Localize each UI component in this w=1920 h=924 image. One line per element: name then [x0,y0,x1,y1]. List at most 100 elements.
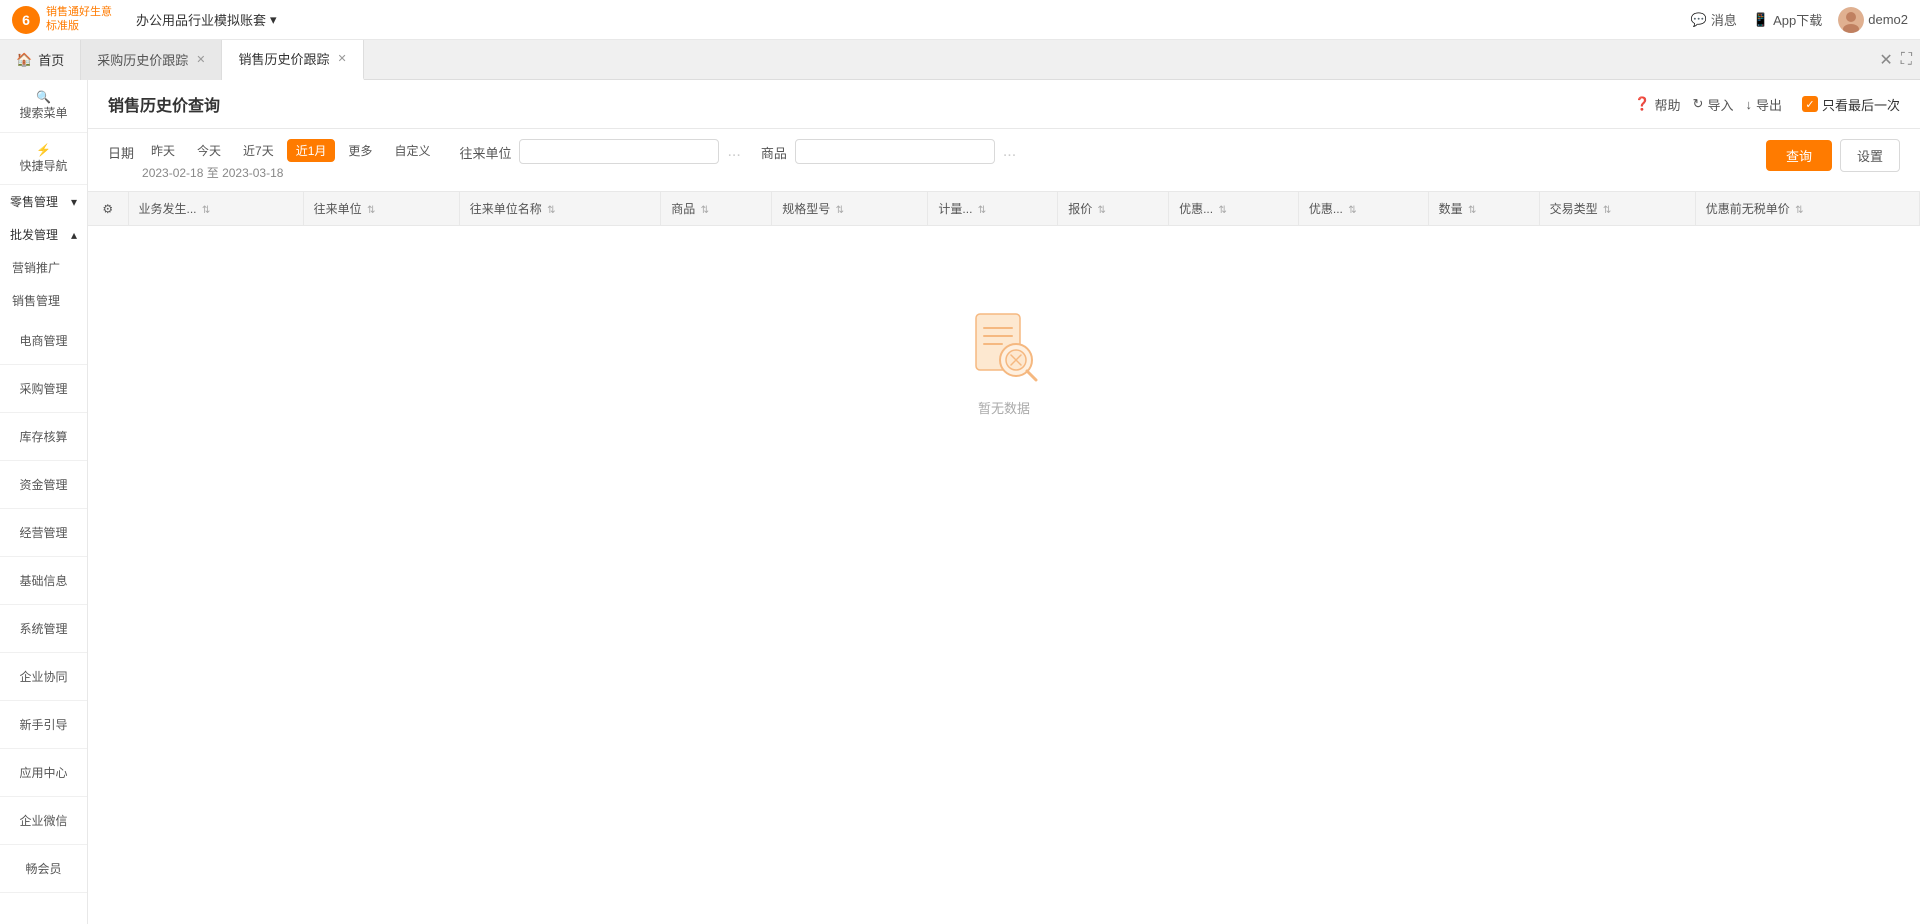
date-btn-more[interactable]: 更多 [339,139,381,162]
help-button[interactable]: ❓ 帮助 [1634,95,1680,114]
sidebar-item-operations[interactable]: 经营管理 [0,509,87,557]
chevron-down-icon: ▾ [270,12,277,28]
message-button[interactable]: 💬 消息 [1691,10,1737,29]
th-partner-code[interactable]: 往来单位 ⇅ [303,192,459,226]
product-filter-label: 商品 [761,139,787,162]
help-icon: ❓ [1634,96,1650,112]
date-btn-custom[interactable]: 自定义 [385,139,439,162]
message-icon: 💬 [1691,12,1707,28]
th-partner-name[interactable]: 往来单位名称 ⇅ [459,192,661,226]
sidebar-item-enterprise-cooperation[interactable]: 企业协同 [0,653,87,701]
sidebar-item-member[interactable]: 畅会员 [0,845,87,893]
quick-nav-icon: ⚡ [36,143,51,157]
download-icon: 📱 [1753,12,1769,28]
sidebar-item-purchase[interactable]: 采购管理 [0,365,87,413]
tab-bar-actions: ✕ ⛶ [1879,50,1920,70]
tab-bar: 🏠 首页 采购历史价跟踪 ✕ 销售历史价跟踪 ✕ ✕ ⛶ [0,40,1920,80]
th-product[interactable]: 商品 ⇅ [661,192,772,226]
main-layout: 🔍 搜索菜单 ⚡ 快捷导航 零售管理 ▾ 批发管理 ▴ 营销推广 销售管理 电商… [0,80,1920,924]
settings-icon: ⚙ [102,202,113,216]
sidebar-item-app-center[interactable]: 应用中心 [0,749,87,797]
search-icon: 🔍 [36,90,51,104]
product-input-group: ... [795,139,1016,164]
date-filter-group: 日期 昨天 今天 近7天 近1月 更多 自定义 2023-02-18 至 202… [108,139,439,181]
sidebar-item-retail[interactable]: 零售管理 ▾ [0,185,87,218]
maximize-button[interactable]: ⛶ [1901,51,1912,69]
home-icon: 🏠 [16,52,32,68]
product-dots-button[interactable]: ... [1003,143,1016,161]
product-filter-group: 商品 ... [761,139,1016,164]
sort-icon: ⇅ [978,205,986,216]
date-filter-label: 日期 [108,139,134,162]
close-all-tabs-button[interactable]: ✕ [1879,50,1892,70]
th-trade-type[interactable]: 交易类型 ⇅ [1539,192,1695,226]
sort-icon: ⇅ [547,205,555,216]
chevron-down-icon: ▾ [71,195,77,209]
th-business-date[interactable]: 业务发生... ⇅ [128,192,303,226]
logo-area: 6 销售通好生意 标准版 [12,6,112,34]
close-sales-tab-icon[interactable]: ✕ [337,52,346,65]
checkbox-icon: ✓ [1802,96,1818,112]
top-bar-left: 6 销售通好生意 标准版 办公用品行业模拟账套 ▾ [12,6,277,34]
sidebar-item-system[interactable]: 系统管理 [0,605,87,653]
top-bar: 6 销售通好生意 标准版 办公用品行业模拟账套 ▾ 💬 消息 📱 App下载 [0,0,1920,40]
partner-filter-label: 往来单位 [459,139,511,162]
export-button[interactable]: ↓ 导出 [1745,95,1782,114]
th-unit[interactable]: 计量... ⇅ [928,192,1058,226]
tab-home[interactable]: 🏠 首页 [0,40,81,80]
sidebar-item-quick-nav[interactable]: ⚡ 快捷导航 [0,133,87,186]
close-purchase-tab-icon[interactable]: ✕ [196,53,205,66]
sidebar-item-inventory[interactable]: 库存核算 [0,413,87,461]
page-header: 销售历史价查询 ❓ 帮助 ↻ 导入 ↓ 导出 ✓ 只 [88,80,1920,129]
app-selector[interactable]: 办公用品行业模拟账套 ▾ [136,10,277,29]
th-discount1[interactable]: 优惠... ⇅ [1169,192,1299,226]
tab-sales-history[interactable]: 销售历史价跟踪 ✕ [222,40,363,80]
sort-icon: ⇅ [836,205,844,216]
partner-input[interactable] [519,139,719,164]
top-bar-right: 💬 消息 📱 App下载 demo2 [1691,7,1908,33]
settings-button[interactable]: 设置 [1840,139,1900,172]
empty-state: 暂无数据 [88,226,1920,497]
sidebar-item-wholesale[interactable]: 批发管理 ▴ [0,218,87,251]
data-table: ⚙ 业务发生... ⇅ 往来单位 ⇅ 往来单位名称 ⇅ [88,192,1920,226]
sidebar-item-finance[interactable]: 资金管理 [0,461,87,509]
empty-icon [964,306,1044,386]
table-area: ⚙ 业务发生... ⇅ 往来单位 ⇅ 往来单位名称 ⇅ [88,192,1920,924]
avatar [1838,7,1864,33]
th-spec[interactable]: 规格型号 ⇅ [772,192,928,226]
sidebar-item-search-menu[interactable]: 🔍 搜索菜单 [0,80,87,133]
tab-purchase-history[interactable]: 采购历史价跟踪 ✕ [81,40,222,80]
th-pre-tax-price[interactable]: 优惠前无税单价 ⇅ [1695,192,1919,226]
th-settings[interactable]: ⚙ [88,192,128,226]
filter-actions: 查询 设置 [1766,139,1900,172]
sidebar-item-new-guide[interactable]: 新手引导 [0,701,87,749]
date-btn-today[interactable]: 今天 [188,139,230,162]
logo-text: 销售通好生意 标准版 [46,6,112,32]
date-range-display: 2023-02-18 至 2023-03-18 [142,164,439,181]
app-download-button[interactable]: 📱 App下载 [1753,10,1822,29]
date-btn-7days[interactable]: 近7天 [234,139,283,162]
chevron-up-icon: ▴ [71,228,77,242]
partner-dots-button[interactable]: ... [727,143,740,161]
product-input[interactable] [795,139,995,164]
sidebar-item-ecommerce[interactable]: 电商管理 [0,317,87,365]
export-icon: ↓ [1745,97,1752,112]
query-button[interactable]: 查询 [1766,140,1832,171]
date-btn-1month[interactable]: 近1月 [287,139,336,162]
user-menu[interactable]: demo2 [1838,7,1908,33]
sidebar-item-marketing[interactable]: 营销推广 [0,251,87,284]
partner-filter-group: 往来单位 ... [459,139,740,164]
sidebar: 🔍 搜索菜单 ⚡ 快捷导航 零售管理 ▾ 批发管理 ▴ 营销推广 销售管理 电商… [0,80,88,924]
sort-icon: ⇅ [1603,205,1611,216]
th-quote[interactable]: 报价 ⇅ [1058,192,1169,226]
sidebar-item-enterprise-wechat[interactable]: 企业微信 [0,797,87,845]
sidebar-item-basic-info[interactable]: 基础信息 [0,557,87,605]
only-last-once-toggle[interactable]: ✓ 只看最后一次 [1802,95,1900,114]
date-btn-yesterday[interactable]: 昨天 [142,139,184,162]
empty-text: 暂无数据 [978,398,1030,417]
th-discount2[interactable]: 优惠... ⇅ [1298,192,1428,226]
sidebar-item-sales-management[interactable]: 销售管理 [0,284,87,317]
import-button[interactable]: ↻ 导入 [1693,95,1734,114]
sort-icon: ⇅ [1218,205,1226,216]
th-quantity[interactable]: 数量 ⇅ [1428,192,1539,226]
